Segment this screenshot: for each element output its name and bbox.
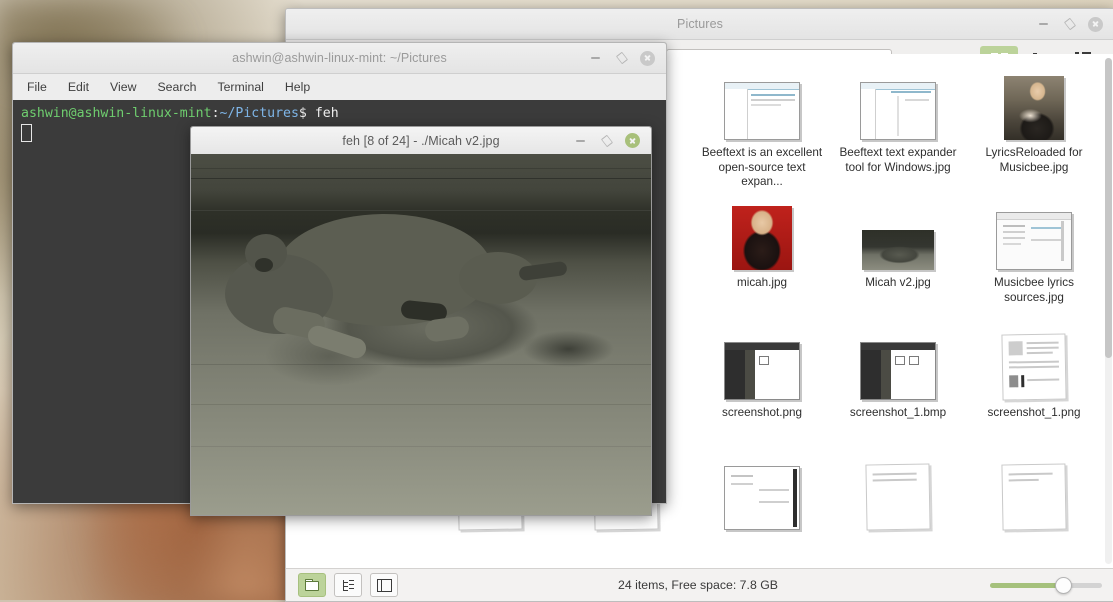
- document-thumbnail-icon: [860, 82, 936, 140]
- minimize-button[interactable]: [573, 133, 588, 148]
- prompt-symbol: $: [299, 106, 307, 121]
- close-button[interactable]: [625, 133, 640, 148]
- file-thumbnail: [724, 328, 800, 400]
- list-item[interactable]: micah.jpg: [694, 192, 830, 322]
- file-manager-window-controls[interactable]: [1036, 17, 1113, 32]
- file-name-label: Musicbee lyrics sources.jpg: [972, 276, 1096, 305]
- file-thumbnail: [724, 458, 800, 530]
- image-viewer-window-controls[interactable]: [573, 133, 651, 148]
- list-item[interactable]: LyricsReloaded for Musicbee.jpg: [966, 62, 1102, 192]
- file-thumbnail: [1002, 458, 1066, 530]
- prompt-path: ~/Pictures: [220, 106, 299, 121]
- terminal-title: ashwin@ashwin-linux-mint: ~/Pictures: [13, 51, 666, 65]
- list-item[interactable]: screenshot_1.png: [966, 322, 1102, 452]
- menu-item-edit[interactable]: Edit: [68, 80, 89, 94]
- toggle-places-button[interactable]: [298, 573, 326, 597]
- close-button[interactable]: [1088, 17, 1103, 32]
- file-thumbnail: [1004, 68, 1064, 140]
- file-manager-titlebar[interactable]: Pictures: [286, 9, 1113, 40]
- list-item[interactable]: screenshot.png: [694, 322, 830, 452]
- file-name-label: screenshot.png: [700, 406, 824, 421]
- file-manager-statusbar[interactable]: 24 items, Free space: 7.8 GB: [286, 568, 1113, 601]
- zoom-slider[interactable]: [990, 576, 1102, 594]
- terminal-command: feh: [307, 106, 339, 121]
- status-text: 24 items, Free space: 7.8 GB: [406, 578, 990, 592]
- file-thumbnail: [860, 328, 936, 400]
- menu-item-file[interactable]: File: [27, 80, 47, 94]
- prompt-user: ashwin@ashwin-linux-mint: [21, 106, 212, 121]
- document-thumbnail-icon: [865, 463, 930, 530]
- close-button[interactable]: [640, 51, 655, 66]
- image-viewer-window[interactable]: feh [8 of 24] - ./Micah v2.jpg: [190, 126, 652, 516]
- prompt-separator: :: [212, 106, 220, 121]
- file-name-label: LyricsReloaded for Musicbee.jpg: [972, 146, 1096, 175]
- image-viewer-titlebar[interactable]: feh [8 of 24] - ./Micah v2.jpg: [191, 127, 651, 155]
- toggle-treeview-button[interactable]: [334, 573, 362, 597]
- file-thumbnail: [862, 198, 934, 270]
- menu-item-search[interactable]: Search: [157, 80, 196, 94]
- list-item[interactable]: Micah v2.jpg: [830, 192, 966, 322]
- menu-item-terminal[interactable]: Terminal: [217, 80, 263, 94]
- file-name-label: Beeftext is an excellent open-source tex…: [700, 146, 824, 190]
- folder-icon: [305, 579, 319, 591]
- minimize-button[interactable]: [588, 51, 603, 66]
- file-name-label: Beeftext text expander tool for Windows.…: [836, 146, 960, 175]
- terminal-cursor: [21, 124, 32, 142]
- document-thumbnail-icon: [1001, 333, 1066, 400]
- document-thumbnail-icon: [1001, 463, 1066, 530]
- terminal-titlebar[interactable]: ashwin@ashwin-linux-mint: ~/Pictures: [13, 43, 666, 74]
- list-item[interactable]: Musicbee lyrics sources.jpg: [966, 192, 1102, 322]
- document-thumbnail-icon: [724, 82, 800, 140]
- list-item[interactable]: [694, 452, 830, 568]
- file-thumbnail: [724, 68, 800, 140]
- maximize-button[interactable]: [599, 133, 614, 148]
- maximize-button[interactable]: [614, 51, 629, 66]
- split-pane-icon: [377, 579, 392, 592]
- list-item[interactable]: [830, 452, 966, 568]
- file-name-label: screenshot_1.bmp: [836, 406, 960, 421]
- file-name-label: screenshot_1.png: [972, 406, 1096, 421]
- photo-thumbnail-icon: [732, 206, 792, 270]
- file-thumbnail: [1002, 328, 1066, 400]
- screenshot-thumbnail-icon: [860, 342, 936, 400]
- terminal-window-controls[interactable]: [588, 51, 666, 66]
- file-thumbnail: [860, 68, 936, 140]
- file-thumbnail: [732, 198, 792, 270]
- menu-item-view[interactable]: View: [110, 80, 136, 94]
- minimize-button[interactable]: [1036, 17, 1051, 32]
- file-name-label: Micah v2.jpg: [836, 276, 960, 291]
- photo-thumbnail-icon: [862, 230, 934, 270]
- list-item[interactable]: Beeftext text expander tool for Windows.…: [830, 62, 966, 192]
- scrollbar-thumb[interactable]: [1105, 58, 1112, 358]
- file-list-scrollbar[interactable]: [1105, 58, 1112, 564]
- photo-thumbnail-icon: [1004, 76, 1064, 140]
- toggle-extra-pane-button[interactable]: [370, 573, 398, 597]
- file-thumbnail: [996, 198, 1072, 270]
- file-thumbnail: [866, 458, 930, 530]
- terminal-menubar[interactable]: File Edit View Search Terminal Help: [13, 74, 666, 101]
- list-item[interactable]: [966, 452, 1102, 568]
- file-name-label: micah.jpg: [700, 276, 824, 291]
- screenshot-thumbnail-icon: [724, 342, 800, 400]
- rat-photo-subject: [219, 206, 549, 396]
- list-item[interactable]: screenshot_1.bmp: [830, 322, 966, 452]
- list-item[interactable]: Beeftext is an excellent open-source tex…: [694, 62, 830, 192]
- maximize-button[interactable]: [1062, 17, 1077, 32]
- menu-item-help[interactable]: Help: [285, 80, 310, 94]
- zoom-slider-knob[interactable]: [1055, 577, 1072, 594]
- tree-icon: [342, 579, 355, 592]
- document-thumbnail-icon: [996, 212, 1072, 270]
- document-thumbnail-icon: [724, 466, 800, 530]
- image-viewer-canvas[interactable]: [191, 154, 651, 515]
- file-manager-title: Pictures: [286, 17, 1113, 31]
- terminal-prompt-line: ashwin@ashwin-linux-mint:~/Pictures$ feh: [21, 106, 658, 121]
